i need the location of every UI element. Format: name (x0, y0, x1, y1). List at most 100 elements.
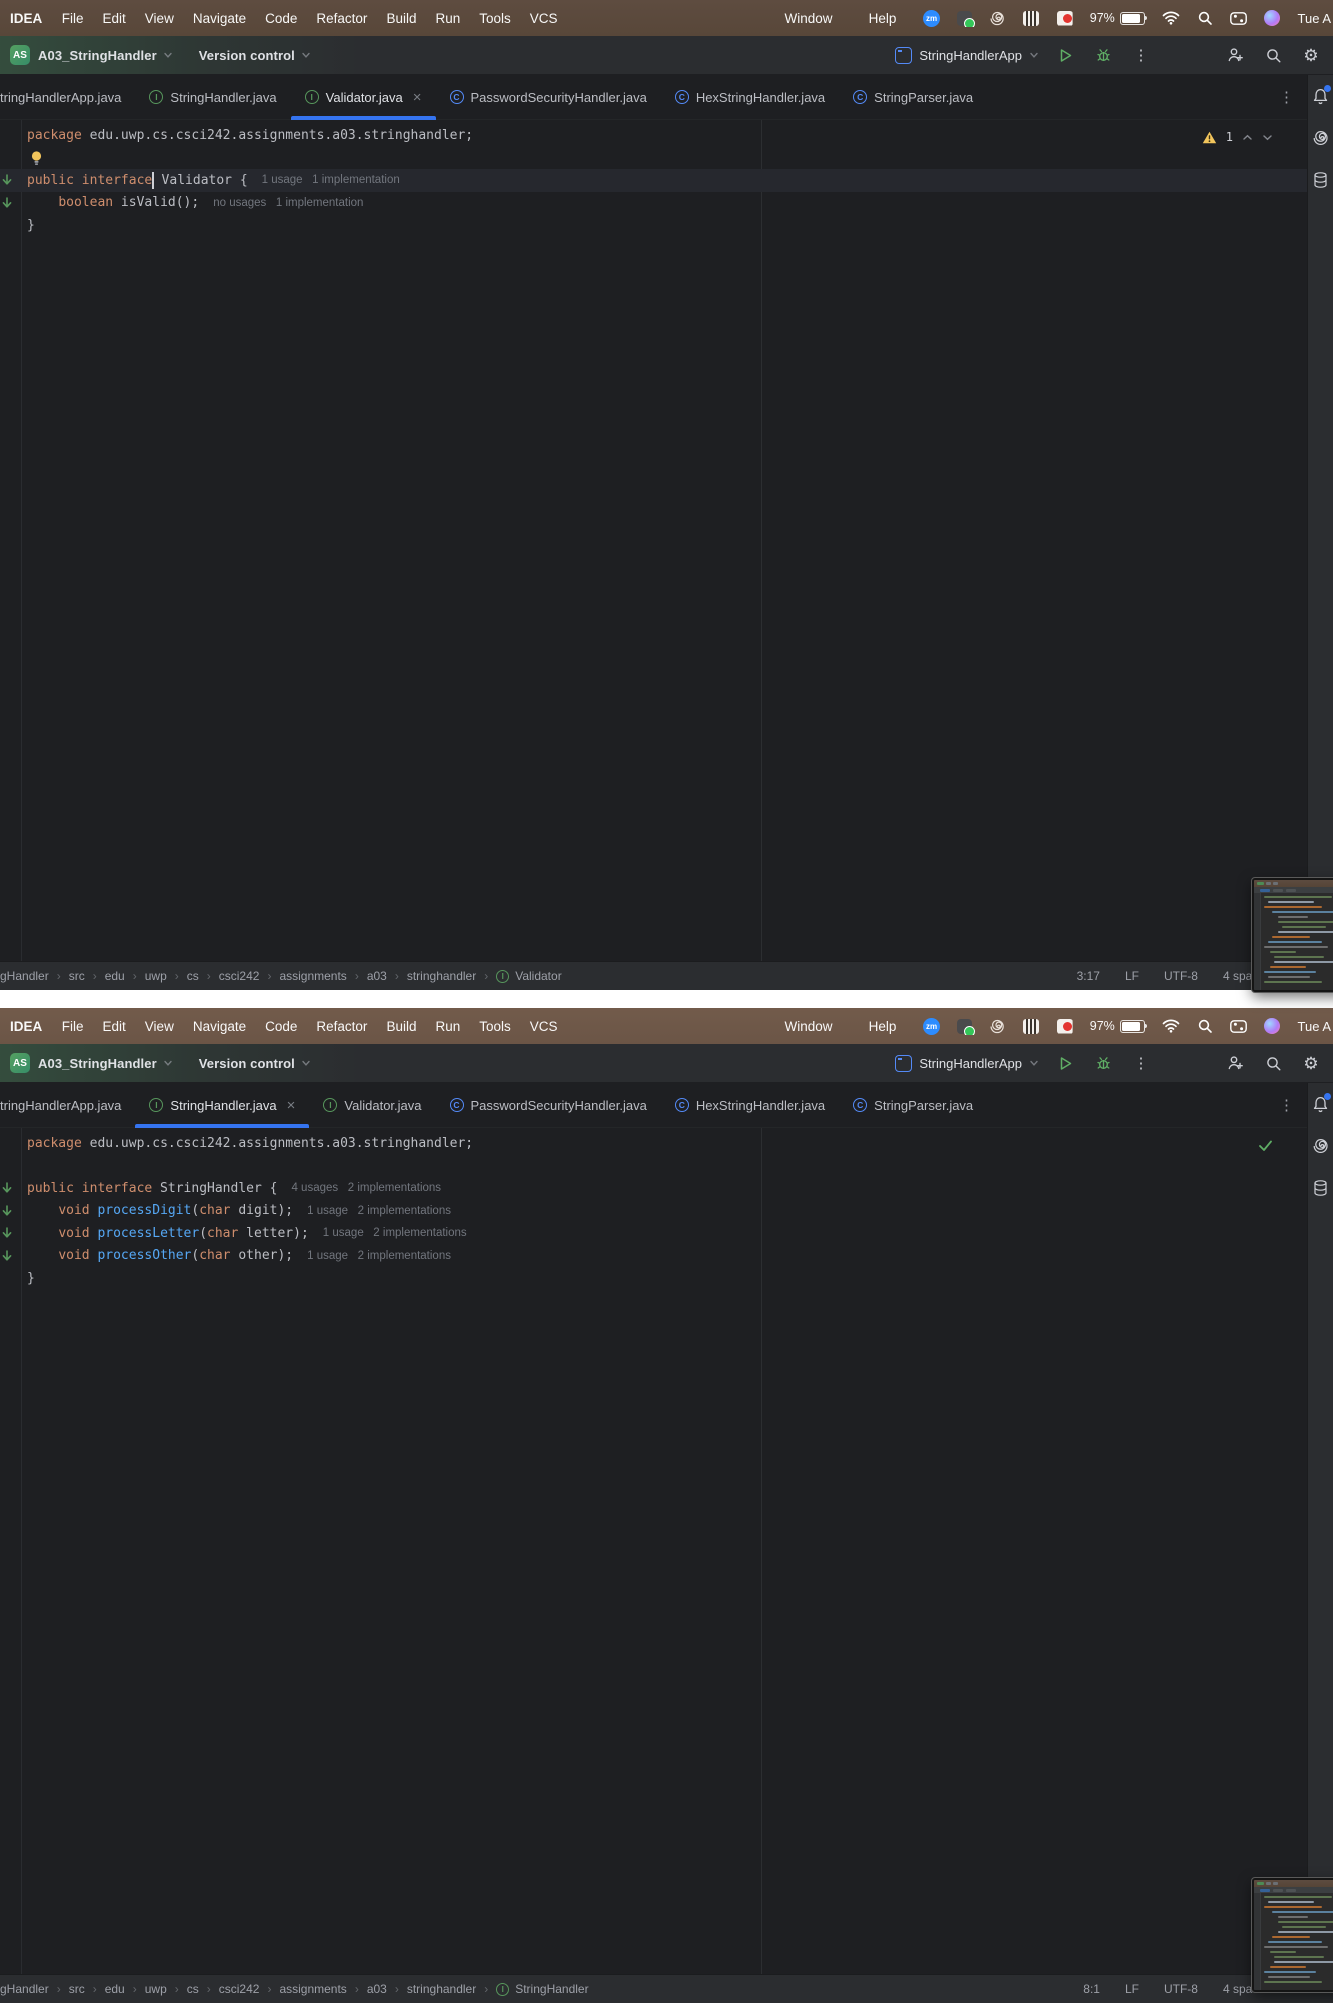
menubar-item-file[interactable]: File (52, 1019, 93, 1034)
line-separator-widget[interactable]: LF (1125, 1982, 1139, 1996)
usage-hint[interactable]: 4 usages 2 implementations (291, 1182, 441, 1194)
spiral-app-icon[interactable] (989, 9, 1006, 27)
settings-button[interactable]: ⚙ (1299, 1051, 1323, 1075)
menubar-item-help[interactable]: Help (859, 1019, 906, 1034)
editor-tab[interactable]: C StringParser.java (839, 1083, 987, 1127)
code-with-me-button[interactable] (1223, 1051, 1247, 1075)
usage-hint[interactable]: 1 usage 2 implementations (307, 1205, 451, 1217)
editor-tab[interactable]: C StringParser.java (839, 75, 987, 119)
breadcrumb-item[interactable]: gHandler (0, 1982, 49, 1996)
breadcrumb-item[interactable]: a03 (367, 1982, 387, 1996)
menubar-item-build[interactable]: Build (377, 1019, 426, 1034)
breadcrumb-item[interactable]: src (69, 1982, 85, 1996)
run-configuration-widget[interactable]: StringHandlerApp (895, 1054, 1039, 1072)
usage-hint[interactable]: 1 usage 2 implementations (323, 1227, 467, 1239)
breadcrumb-item[interactable]: I Validator (496, 969, 562, 983)
database-button[interactable] (1311, 1178, 1331, 1198)
search-everywhere-button[interactable] (1261, 1051, 1285, 1075)
menubar-item-file[interactable]: File (52, 11, 93, 26)
red-dot-app-icon[interactable] (1056, 1017, 1073, 1035)
menubar-item-window[interactable]: Window (775, 11, 842, 26)
spotlight-search-icon[interactable] (1197, 1017, 1213, 1035)
editor-tab[interactable]: tringHandlerApp.java (0, 1083, 135, 1127)
more-actions-button[interactable]: ⋮ (1129, 43, 1153, 67)
status-check-app-icon[interactable] (957, 9, 976, 27)
run-button[interactable] (1053, 43, 1077, 67)
breadcrumb-item[interactable]: cs (187, 1982, 199, 1996)
battery-indicator[interactable]: 97% (1090, 1017, 1147, 1035)
search-everywhere-button[interactable] (1261, 43, 1285, 67)
siri-icon[interactable] (1264, 1017, 1281, 1035)
menubar-item-code[interactable]: Code (256, 1019, 307, 1034)
breadcrumb-item[interactable]: a03 (367, 969, 387, 983)
vcs-widget[interactable]: Version control (199, 1056, 311, 1071)
menubar-item-tools[interactable]: Tools (470, 1019, 521, 1034)
usage-hint[interactable]: 1 usage 1 implementation (262, 174, 400, 186)
more-actions-button[interactable]: ⋮ (1129, 1051, 1153, 1075)
menubar-item-window[interactable]: Window (775, 1019, 842, 1034)
notifications-button[interactable] (1311, 1093, 1331, 1114)
siri-icon[interactable] (1264, 9, 1281, 27)
code-editor[interactable]: package edu.uwp.cs.csci242.assignments.a… (0, 1128, 1307, 1974)
spotlight-search-icon[interactable] (1197, 9, 1213, 27)
menubar-app-name[interactable]: IDEA (8, 1019, 52, 1034)
menubar-item-edit[interactable]: Edit (93, 1019, 135, 1034)
menubar-item-navigate[interactable]: Navigate (183, 11, 255, 26)
breadcrumb-item[interactable]: assignments (279, 969, 346, 983)
code-with-me-button[interactable] (1223, 43, 1247, 67)
inspections-widget[interactable] (1258, 1136, 1273, 1154)
tab-list-more-icon[interactable]: ⋮ (1266, 1096, 1307, 1114)
implemented-gutter-icon[interactable] (1, 196, 13, 210)
tab-close-icon[interactable]: × (287, 1098, 296, 1113)
editor-tab[interactable]: I StringHandler.java × (135, 1083, 310, 1128)
status-check-app-icon[interactable] (957, 1017, 976, 1035)
menubar-item-view[interactable]: View (135, 1019, 183, 1034)
breadcrumb-item[interactable]: I StringHandler (496, 1982, 589, 1996)
control-center-icon[interactable] (1230, 1017, 1248, 1035)
caret-position-widget[interactable]: 8:1 (1083, 1982, 1100, 1996)
ai-assistant-button[interactable] (1311, 1136, 1331, 1156)
tab-list-more-icon[interactable]: ⋮ (1266, 88, 1307, 106)
menubar-app-name[interactable]: IDEA (8, 11, 52, 26)
project-widget[interactable]: A03_StringHandler (38, 48, 173, 63)
next-problem-icon[interactable] (1262, 133, 1273, 142)
code-editor[interactable]: package edu.uwp.cs.csci242.assignments.a… (0, 120, 1307, 961)
red-dot-app-icon[interactable] (1056, 9, 1073, 27)
vcs-widget[interactable]: Version control (199, 48, 311, 63)
menubar-item-view[interactable]: View (135, 11, 183, 26)
breadcrumb-item[interactable]: gHandler (0, 969, 49, 983)
breadcrumb-item[interactable]: assignments (279, 1982, 346, 1996)
menubar-item-tools[interactable]: Tools (470, 11, 521, 26)
spiral-app-icon[interactable] (989, 1017, 1006, 1035)
previous-problem-icon[interactable] (1242, 133, 1253, 142)
menubar-item-build[interactable]: Build (377, 11, 426, 26)
menubar-item-refactor[interactable]: Refactor (307, 1019, 377, 1034)
intention-bulb-icon[interactable] (30, 150, 43, 166)
zoom-app-icon[interactable]: zm (923, 1017, 941, 1035)
breadcrumb-item[interactable]: cs (187, 969, 199, 983)
breadcrumb-item[interactable]: uwp (145, 1982, 167, 1996)
notifications-button[interactable] (1311, 85, 1331, 106)
editor-tab[interactable]: C HexStringHandler.java (661, 75, 839, 119)
implemented-gutter-icon[interactable] (1, 1249, 13, 1263)
wifi-icon[interactable] (1162, 9, 1180, 27)
implemented-gutter-icon[interactable] (1, 1182, 13, 1195)
breadcrumb-item[interactable]: csci242 (219, 969, 260, 983)
screenshot-preview-thumbnail[interactable] (1252, 1878, 1333, 1992)
caret-position-widget[interactable]: 3:17 (1077, 969, 1100, 983)
editor-tab[interactable]: I StringHandler.java (135, 75, 290, 119)
menubar-item-help[interactable]: Help (859, 11, 906, 26)
debug-button[interactable] (1091, 1051, 1115, 1075)
editor-tab[interactable]: I Validator.java (309, 1083, 435, 1127)
panels-app-icon[interactable] (1023, 9, 1040, 27)
zoom-app-icon[interactable]: zm (923, 9, 941, 27)
menubar-item-run[interactable]: Run (426, 11, 470, 26)
breadcrumb-item[interactable]: edu (105, 1982, 125, 1996)
menubar-item-vcs[interactable]: VCS (520, 1019, 567, 1034)
run-button[interactable] (1053, 1051, 1077, 1075)
implemented-gutter-icon[interactable] (1, 1227, 13, 1240)
breadcrumb-item[interactable]: stringhandler (407, 969, 476, 983)
usage-hint[interactable]: 1 usage 2 implementations (307, 1250, 451, 1262)
panels-app-icon[interactable] (1023, 1017, 1040, 1035)
breadcrumb-item[interactable]: uwp (145, 969, 167, 983)
